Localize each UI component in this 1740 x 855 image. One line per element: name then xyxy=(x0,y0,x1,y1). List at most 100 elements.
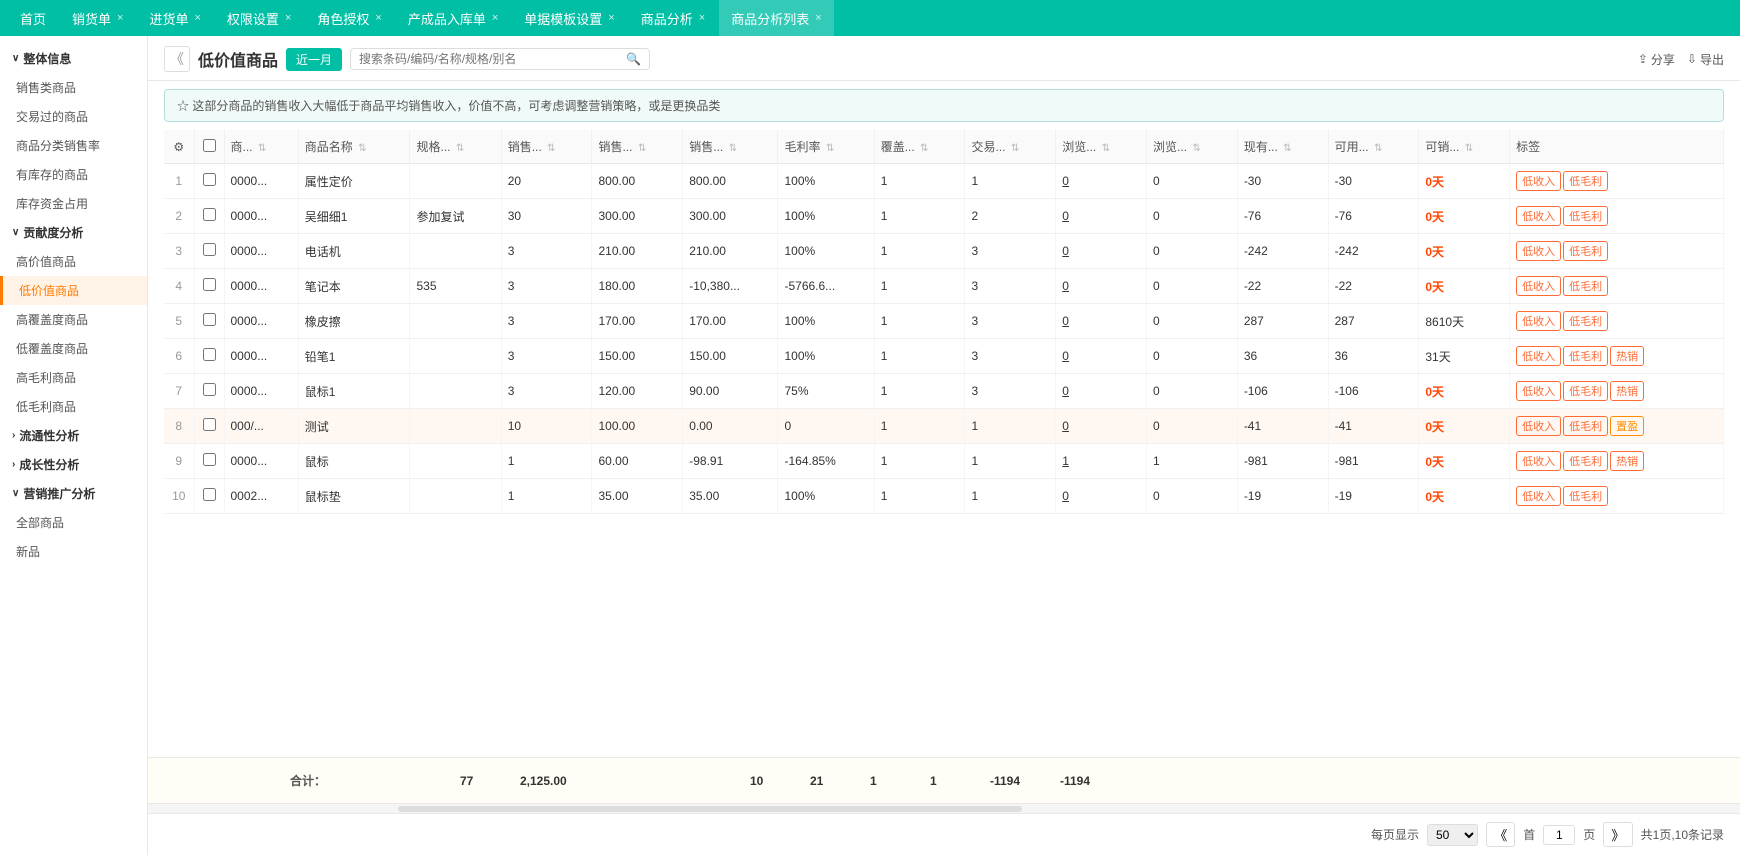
time-filter-button[interactable]: 近一月 xyxy=(286,48,342,71)
select-all-checkbox[interactable] xyxy=(203,139,216,152)
sidebar-section-marketing[interactable]: ∨ 营销推广分析 xyxy=(0,479,147,508)
close-sales-tab[interactable]: × xyxy=(117,12,123,24)
col-view2[interactable]: 浏览... ⇅ xyxy=(1147,130,1238,164)
row-number: 4 xyxy=(164,269,194,304)
sidebar-item-high-coverage[interactable]: 高覆盖度商品 xyxy=(0,305,147,334)
row-checkbox-cell xyxy=(194,409,224,444)
col-cover[interactable]: 覆盖... ⇅ xyxy=(874,130,965,164)
view1-link[interactable]: 0 xyxy=(1062,314,1069,328)
page-number-input[interactable] xyxy=(1543,825,1575,845)
sidebar-item-low-coverage[interactable]: 低覆盖度商品 xyxy=(0,334,147,363)
sidebar-section-overall[interactable]: ∨ 整体信息 xyxy=(0,44,147,73)
row-checkbox[interactable] xyxy=(203,313,216,326)
col-trade[interactable]: 交易... ⇅ xyxy=(965,130,1056,164)
col-code[interactable]: 商... ⇅ xyxy=(224,130,298,164)
col-name[interactable]: 商品名称 ⇅ xyxy=(298,130,410,164)
share-button[interactable]: ⇪ 分享 xyxy=(1638,51,1675,68)
last-page-button[interactable]: 》 xyxy=(1603,822,1632,847)
col-avail[interactable]: 可用... ⇅ xyxy=(1328,130,1419,164)
collapse-button[interactable]: 《 xyxy=(164,46,190,72)
close-permissions-tab[interactable]: × xyxy=(285,12,291,24)
nav-roles[interactable]: 角色授权 × xyxy=(305,0,393,36)
first-page-button[interactable]: 《 xyxy=(1486,822,1515,847)
sidebar-item-low-value[interactable]: 低价值商品 xyxy=(0,276,147,305)
row-qty: 1 xyxy=(501,444,592,479)
sidebar: ∨ 整体信息 销售类商品 交易过的商品 商品分类销售率 有库存的商品 库存资金占… xyxy=(0,36,148,855)
row-code: 0000... xyxy=(224,164,298,199)
row-qty: 30 xyxy=(501,199,592,234)
sidebar-item-sales-products[interactable]: 销售类商品 xyxy=(0,73,147,102)
view1-link[interactable]: 0 xyxy=(1062,174,1069,188)
row-trade: 3 xyxy=(965,234,1056,269)
col-sale2[interactable]: 销售... ⇅ xyxy=(683,130,778,164)
row-checkbox[interactable] xyxy=(203,488,216,501)
close-purchase-tab[interactable]: × xyxy=(194,12,200,24)
row-checkbox[interactable] xyxy=(203,243,216,256)
sidebar-item-stock-funds[interactable]: 库存资金占用 xyxy=(0,189,147,218)
sidebar-item-low-margin[interactable]: 低毛利商品 xyxy=(0,392,147,421)
row-checkbox[interactable] xyxy=(203,278,216,291)
nav-product-analysis[interactable]: 商品分析 × xyxy=(629,0,717,36)
row-trade: 3 xyxy=(965,339,1056,374)
close-roles-tab[interactable]: × xyxy=(375,12,381,24)
sidebar-item-all-products[interactable]: 全部商品 xyxy=(0,508,147,537)
sidebar-item-new-products[interactable]: 新品 xyxy=(0,537,147,566)
nav-permissions[interactable]: 权限设置 × xyxy=(215,0,303,36)
row-checkbox[interactable] xyxy=(203,453,216,466)
view1-link[interactable]: 0 xyxy=(1062,349,1069,363)
nav-purchase[interactable]: 进货单 × xyxy=(137,0,212,36)
header-actions: ⇪ 分享 ⇩ 导出 xyxy=(1638,51,1724,68)
sidebar-item-high-margin[interactable]: 高毛利商品 xyxy=(0,363,147,392)
row-checkbox[interactable] xyxy=(203,208,216,221)
search-input[interactable] xyxy=(359,52,622,66)
sidebar-item-traded-products[interactable]: 交易过的商品 xyxy=(0,102,147,131)
row-checkbox[interactable] xyxy=(203,173,216,186)
row-trade: 3 xyxy=(965,269,1056,304)
close-finished-tab[interactable]: × xyxy=(492,12,498,24)
totals-trade: 21 xyxy=(804,766,864,795)
sidebar-section-circulation[interactable]: › 流通性分析 xyxy=(0,421,147,450)
sidebar-item-category-rate[interactable]: 商品分类销售率 xyxy=(0,131,147,160)
nav-sales[interactable]: 销货单 × xyxy=(60,0,135,36)
col-qty[interactable]: 销售... ⇅ xyxy=(501,130,592,164)
row-name: 铅笔1 xyxy=(298,339,410,374)
col-view1[interactable]: 浏览... ⇅ xyxy=(1056,130,1147,164)
col-stock[interactable]: 现有... ⇅ xyxy=(1237,130,1328,164)
row-checkbox[interactable] xyxy=(203,348,216,361)
view1-link[interactable]: 0 xyxy=(1062,419,1069,433)
search-icon[interactable]: 🔍 xyxy=(626,52,641,66)
nav-template-settings[interactable]: 单据模板设置 × xyxy=(512,0,626,36)
col-sale1[interactable]: 销售... ⇅ xyxy=(592,130,683,164)
view1-link[interactable]: 0 xyxy=(1062,489,1069,503)
chevron-right-icon-2: › xyxy=(12,459,15,470)
close-product-analysis-tab[interactable]: × xyxy=(699,12,705,24)
col-selldays[interactable]: 可销... ⇅ xyxy=(1419,130,1510,164)
row-view2: 0 xyxy=(1147,304,1238,339)
view1-link[interactable]: 0 xyxy=(1062,384,1069,398)
sidebar-item-stock-products[interactable]: 有库存的商品 xyxy=(0,160,147,189)
row-view1: 0 xyxy=(1056,409,1147,444)
row-checkbox[interactable] xyxy=(203,383,216,396)
nav-product-analysis-list[interactable]: 商品分析列表 × xyxy=(719,0,833,36)
sidebar-section-growth[interactable]: › 成长性分析 xyxy=(0,450,147,479)
row-trade: 1 xyxy=(965,479,1056,514)
close-template-tab[interactable]: × xyxy=(608,12,614,24)
view1-link[interactable]: 0 xyxy=(1062,279,1069,293)
nav-home[interactable]: 首页 xyxy=(8,0,58,36)
nav-finished-goods[interactable]: 产成品入库单 × xyxy=(396,0,510,36)
sidebar-item-high-value[interactable]: 高价值商品 xyxy=(0,247,147,276)
sidebar-section-contribution[interactable]: ∨ 贡献度分析 xyxy=(0,218,147,247)
col-spec[interactable]: 规格... ⇅ xyxy=(410,130,501,164)
view1-link[interactable]: 0 xyxy=(1062,209,1069,223)
row-stock: 287 xyxy=(1237,304,1328,339)
close-list-tab[interactable]: × xyxy=(815,12,821,24)
settings-column-header[interactable]: ⚙ xyxy=(164,130,194,164)
page-size-select[interactable]: 50 100 200 xyxy=(1427,824,1478,846)
view1-link[interactable]: 0 xyxy=(1062,244,1069,258)
view1-link[interactable]: 1 xyxy=(1062,454,1069,468)
chevron-down-icon: ∨ xyxy=(12,53,19,64)
col-gross[interactable]: 毛利率 ⇅ xyxy=(778,130,874,164)
export-button[interactable]: ⇩ 导出 xyxy=(1687,51,1724,68)
row-checkbox[interactable] xyxy=(203,418,216,431)
select-all-column[interactable] xyxy=(194,130,224,164)
